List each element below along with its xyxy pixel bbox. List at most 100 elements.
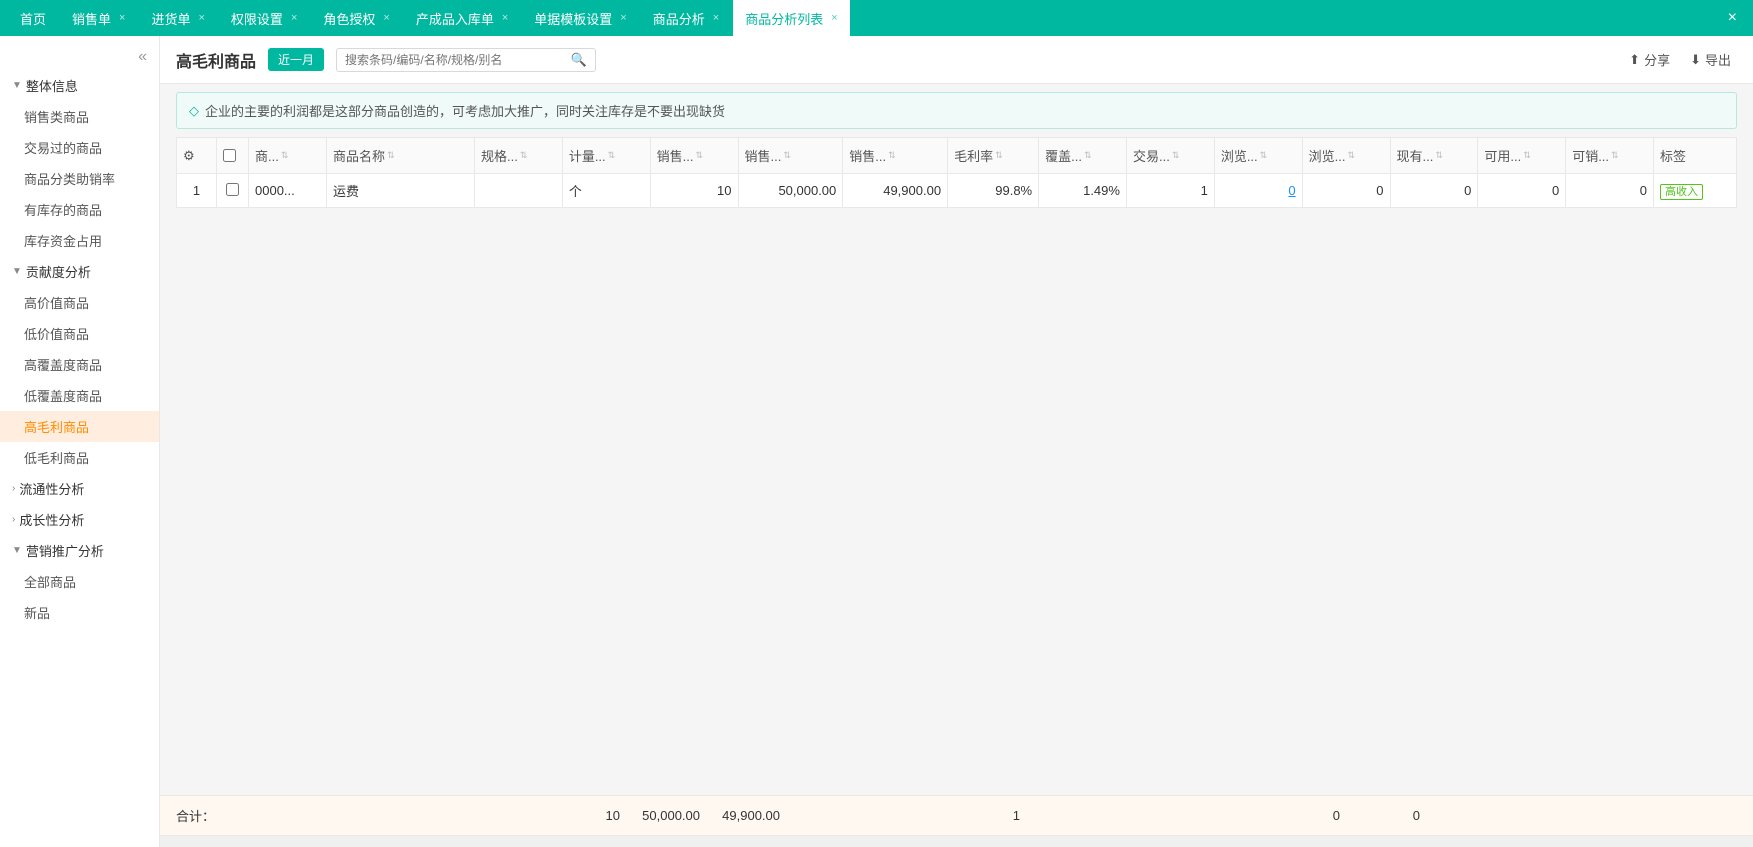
cell-gross-rate: 99.8% <box>948 174 1039 208</box>
sort-current-icon[interactable]: ⇅ <box>1435 150 1443 161</box>
export-button[interactable]: ⬇ 导出 <box>1684 48 1737 71</box>
bottom-scrollbar[interactable] <box>160 835 1753 847</box>
cell-code: 0000... <box>249 174 327 208</box>
page-title: 高毛利商品 <box>176 48 256 72</box>
sidebar-item-sales-goods[interactable]: 销售类商品 <box>0 101 159 132</box>
filter-recent-month-button[interactable]: 近一月 <box>268 48 324 71</box>
settings-icon[interactable]: ⚙ <box>183 148 195 164</box>
sidebar-group-overall[interactable]: ▼ 整体信息 <box>0 70 159 101</box>
col-code: 商... ⇅ <box>249 138 327 174</box>
sidebar-item-traded-goods[interactable]: 交易过的商品 <box>0 132 159 163</box>
col-sales-profit: 销售... ⇅ <box>843 138 948 174</box>
sort-sales-amount-icon[interactable]: ⇅ <box>783 150 791 161</box>
sidebar-item-high-margin[interactable]: 高毛利商品 <box>0 411 159 442</box>
search-icon[interactable]: 🔍 <box>571 52 587 68</box>
sidebar-collapse-button[interactable]: « <box>134 48 151 66</box>
close-product-inbound-icon[interactable]: × <box>502 12 508 24</box>
sidebar-group-liquidity[interactable]: › 流通性分析 <box>0 473 159 504</box>
window-close-button[interactable]: × <box>1720 9 1745 27</box>
sidebar-item-low-margin[interactable]: 低毛利商品 <box>0 442 159 473</box>
cell-index: 1 <box>177 174 217 208</box>
col-available: 可用... ⇅ <box>1478 138 1566 174</box>
expand-marketing-icon: ▼ <box>12 545 22 556</box>
close-product-analysis-icon[interactable]: × <box>713 12 719 24</box>
sidebar-group-contribution[interactable]: ▼ 贡献度分析 <box>0 256 159 287</box>
header-actions: ⬆ 分享 ⬇ 导出 <box>1623 48 1737 71</box>
nav-sales-order[interactable]: 销售单 × <box>60 0 137 36</box>
cell-tag: 高收入 <box>1654 174 1737 208</box>
sort-coverage-icon[interactable]: ⇅ <box>1084 150 1092 161</box>
sidebar-item-new-goods[interactable]: 新品 <box>0 597 159 628</box>
sidebar-item-low-coverage[interactable]: 低覆盖度商品 <box>0 380 159 411</box>
sidebar-item-stock-goods[interactable]: 有库存的商品 <box>0 194 159 225</box>
close-purchase-order-icon[interactable]: × <box>198 12 204 24</box>
cell-name: 运费 <box>327 174 475 208</box>
close-permission-settings-icon[interactable]: × <box>291 12 297 24</box>
footer-empty5 <box>1186 808 1266 823</box>
nav-permission-settings[interactable]: 权限设置 × <box>219 0 309 36</box>
cell-checkbox <box>217 174 249 208</box>
nav-product-inbound[interactable]: 产成品入库单 × <box>404 0 520 36</box>
sidebar-item-stock-capital[interactable]: 库存资金占用 <box>0 225 159 256</box>
close-template-settings-icon[interactable]: × <box>620 12 626 24</box>
sort-name-icon[interactable]: ⇅ <box>387 150 395 161</box>
col-browse2: 浏览... ⇅ <box>1302 138 1390 174</box>
sort-browse1-icon[interactable]: ⇅ <box>1260 150 1268 161</box>
sort-sales-profit-icon[interactable]: ⇅ <box>888 150 896 161</box>
sort-gross-rate-icon[interactable]: ⇅ <box>995 150 1003 161</box>
sort-unit-icon[interactable]: ⇅ <box>608 150 616 161</box>
table-row: 1 0000... 运费 个 10 50,000.00 49,900.00 99… <box>177 174 1737 208</box>
sidebar-group-marketing-items: 全部商品 新品 <box>0 566 159 628</box>
content-area: 高毛利商品 近一月 🔍 ⬆ 分享 ⬇ 导出 ◇ 企业的主要的利润都是这部分商品创… <box>160 36 1753 847</box>
col-current: 现有... ⇅ <box>1390 138 1478 174</box>
cell-spec <box>474 174 562 208</box>
cell-browse2: 0 <box>1302 174 1390 208</box>
nav-purchase-order[interactable]: 进货单 × <box>139 0 216 36</box>
sidebar-item-low-value[interactable]: 低价值商品 <box>0 318 159 349</box>
nav-home[interactable]: 首页 <box>8 0 58 36</box>
close-role-auth-icon[interactable]: × <box>383 12 389 24</box>
table-header-row: ⚙ 商... ⇅ <box>177 138 1737 174</box>
sidebar-group-growth[interactable]: › 成长性分析 <box>0 504 159 535</box>
cell-coverage: 1.49% <box>1039 174 1127 208</box>
sidebar-item-category-rate[interactable]: 商品分类助销率 <box>0 163 159 194</box>
cell-sales-qty: 10 <box>650 174 738 208</box>
col-spec: 规格... ⇅ <box>474 138 562 174</box>
sidebar-item-all-goods[interactable]: 全部商品 <box>0 566 159 597</box>
search-box: 🔍 <box>336 48 596 72</box>
sort-spec-icon[interactable]: ⇅ <box>520 150 528 161</box>
col-tag: 标签 <box>1654 138 1737 174</box>
nav-product-analysis-list[interactable]: 商品分析列表 × <box>733 0 849 36</box>
tag-high-income-badge: 高收入 <box>1660 184 1703 200</box>
export-icon: ⬇ <box>1690 52 1701 68</box>
col-checkbox <box>217 138 249 174</box>
col-name: 商品名称 ⇅ <box>327 138 475 174</box>
sidebar-item-high-coverage[interactable]: 高覆盖度商品 <box>0 349 159 380</box>
sort-saleable-icon[interactable]: ⇅ <box>1611 150 1619 161</box>
share-icon: ⬆ <box>1629 52 1640 68</box>
footer-sales-amount: 50,000.00 <box>626 808 706 823</box>
close-sales-order-icon[interactable]: × <box>119 12 125 24</box>
sort-available-icon[interactable]: ⇅ <box>1523 150 1531 161</box>
cell-browse1[interactable]: 0 <box>1214 174 1302 208</box>
sort-browse2-icon[interactable]: ⇅ <box>1348 150 1356 161</box>
footer-spacer <box>236 808 546 823</box>
sidebar: « ▼ 整体信息 销售类商品 交易过的商品 商品分类助销率 有库存的商品 库存资… <box>0 36 160 847</box>
col-gross-rate: 毛利率 ⇅ <box>948 138 1039 174</box>
sort-code-icon[interactable]: ⇅ <box>281 150 289 161</box>
nav-role-auth[interactable]: 角色授权 × <box>311 0 401 36</box>
expand-contribution-icon: ▼ <box>12 266 22 277</box>
sidebar-item-high-value[interactable]: 高价值商品 <box>0 287 159 318</box>
search-input[interactable] <box>345 53 571 67</box>
footer-saleable: 0 <box>1346 808 1426 823</box>
close-product-analysis-list-icon[interactable]: × <box>831 12 837 24</box>
sort-trade-icon[interactable]: ⇅ <box>1172 150 1180 161</box>
nav-template-settings[interactable]: 单据模板设置 × <box>522 0 638 36</box>
col-sales-amount: 销售... ⇅ <box>738 138 843 174</box>
sidebar-group-marketing[interactable]: ▼ 营销推广分析 <box>0 535 159 566</box>
row-checkbox[interactable] <box>226 183 239 196</box>
share-button[interactable]: ⬆ 分享 <box>1623 48 1676 71</box>
sort-sales-qty-icon[interactable]: ⇅ <box>696 150 704 161</box>
select-all-checkbox[interactable] <box>223 149 236 162</box>
nav-product-analysis[interactable]: 商品分析 × <box>641 0 731 36</box>
